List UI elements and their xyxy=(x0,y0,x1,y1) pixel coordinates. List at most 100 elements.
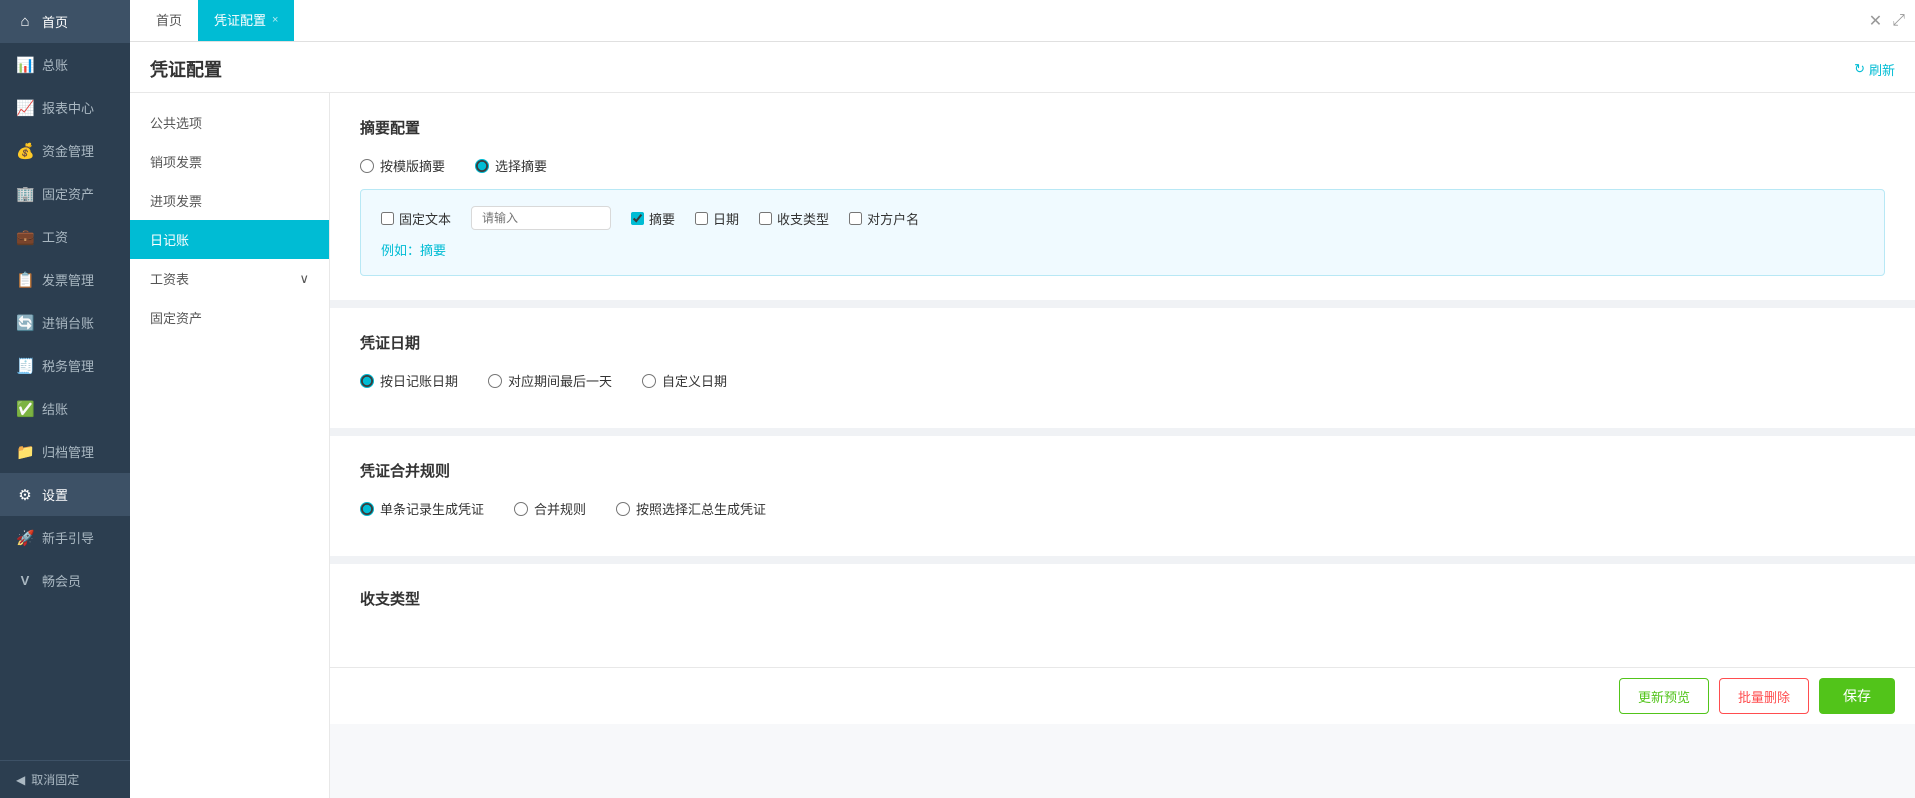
funds-icon: 💰 xyxy=(16,142,34,160)
batch-delete-button[interactable]: 批量删除 xyxy=(1719,678,1809,714)
sidebar-footer[interactable]: ◀ 取消固定 xyxy=(0,760,130,798)
merge-radio-single[interactable]: 单条记录生成凭证 xyxy=(360,499,484,518)
checkbox-summary-input[interactable] xyxy=(631,212,644,225)
sidebar-label-ledger: 总账 xyxy=(42,55,68,74)
date-radio-period-last-label: 对应期间最后一天 xyxy=(508,371,612,390)
purchase-icon: 🔄 xyxy=(16,314,34,332)
date-radio-period-last[interactable]: 对应期间最后一天 xyxy=(488,371,612,390)
date-radio-period-last-input[interactable] xyxy=(488,374,502,388)
merge-radio-rule-input[interactable] xyxy=(514,502,528,516)
checkbox-fixed-text[interactable]: 固定文本 xyxy=(381,209,451,228)
body-layout: 公共选项 销项发票 进项发票 日记账 工资表 ∨ 固定资产 xyxy=(130,93,1915,798)
left-nav-payroll[interactable]: 工资表 ∨ xyxy=(130,259,329,298)
summary-radio-group: 按模版摘要 选择摘要 xyxy=(360,156,1885,175)
tab-close-icon[interactable]: × xyxy=(272,14,278,26)
date-radio-custom[interactable]: 自定义日期 xyxy=(642,371,727,390)
assets-icon: 🏢 xyxy=(16,185,34,203)
tab-voucher-config[interactable]: 凭证配置 × xyxy=(198,0,294,41)
date-radio-group: 按日记账日期 对应期间最后一天 自定义日期 xyxy=(360,371,1885,390)
sidebar-item-purchase[interactable]: 🔄 进销台账 xyxy=(0,301,130,344)
sidebar: ⌂ 首页 📊 总账 📈 报表中心 💰 资金管理 🏢 固定资产 💼 工资 📋 发票… xyxy=(0,0,130,798)
tax-icon: 🧾 xyxy=(16,357,34,375)
left-nav-journal[interactable]: 日记账 xyxy=(130,220,329,259)
section-date: 凭证日期 按日记账日期 对应期间最后一天 自定义日期 xyxy=(330,308,1915,436)
save-button[interactable]: 保存 xyxy=(1819,678,1895,714)
summary-title: 摘要配置 xyxy=(360,117,1885,138)
tab-home[interactable]: 首页 xyxy=(140,0,198,41)
merge-radio-select-merge[interactable]: 按照选择汇总生成凭证 xyxy=(616,499,766,518)
sidebar-label-invoice: 发票管理 xyxy=(42,270,94,289)
date-title: 凭证日期 xyxy=(360,332,1885,353)
date-radio-custom-input[interactable] xyxy=(642,374,656,388)
date-radio-journal[interactable]: 按日记账日期 xyxy=(360,371,458,390)
left-nav-purchase[interactable]: 进项发票 xyxy=(130,181,329,220)
date-radio-journal-input[interactable] xyxy=(360,374,374,388)
tab-bar-actions: ✕ ⤢ xyxy=(1869,11,1905,31)
section-merge: 凭证合并规则 单条记录生成凭证 合并规则 按照选择汇总生成凭证 xyxy=(330,436,1915,564)
sidebar-item-funds[interactable]: 💰 资金管理 xyxy=(0,129,130,172)
checkbox-date[interactable]: 日期 xyxy=(695,209,739,228)
left-nav-sales[interactable]: 销项发票 xyxy=(130,142,329,181)
tab-close-window-icon[interactable]: ✕ xyxy=(1869,11,1882,31)
sidebar-label-member: 畅会员 xyxy=(42,571,81,590)
tab-voucher-label: 凭证配置 xyxy=(214,10,266,29)
checkbox-income-type-input[interactable] xyxy=(759,212,772,225)
checkbox-counterpart-input[interactable] xyxy=(849,212,862,225)
sidebar-label-guide: 新手引导 xyxy=(42,528,94,547)
checkbox-summary[interactable]: 摘要 xyxy=(631,209,675,228)
tab-home-label: 首页 xyxy=(156,10,182,29)
summary-options: 固定文本 摘要 日期 xyxy=(381,206,1864,230)
summary-radio-template[interactable]: 按模版摘要 xyxy=(360,156,445,175)
date-radio-custom-label: 自定义日期 xyxy=(662,371,727,390)
tab-bar: 首页 凭证配置 × ✕ ⤢ xyxy=(130,0,1915,42)
checkbox-income-type[interactable]: 收支类型 xyxy=(759,209,829,228)
sidebar-item-invoice[interactable]: 📋 发票管理 xyxy=(0,258,130,301)
summary-radio-template-input[interactable] xyxy=(360,159,374,173)
home-icon: ⌂ xyxy=(16,13,34,30)
left-nav-public-label: 公共选项 xyxy=(150,113,202,132)
sidebar-label-salary: 工资 xyxy=(42,227,68,246)
merge-radio-rule[interactable]: 合并规则 xyxy=(514,499,586,518)
content-area: 凭证配置 ↻ 刷新 公共选项 销项发票 进项发票 日记账 xyxy=(130,42,1915,798)
sidebar-item-report[interactable]: 📈 报表中心 xyxy=(0,86,130,129)
merge-radio-single-input[interactable] xyxy=(360,502,374,516)
merge-radio-group: 单条记录生成凭证 合并规则 按照选择汇总生成凭证 xyxy=(360,499,1885,518)
invoice-icon: 📋 xyxy=(16,271,34,289)
sidebar-scroll: ⌂ 首页 📊 总账 📈 报表中心 💰 资金管理 🏢 固定资产 💼 工资 📋 发票… xyxy=(0,0,130,760)
sidebar-item-ledger[interactable]: 📊 总账 xyxy=(0,43,130,86)
report-icon: 📈 xyxy=(16,99,34,117)
sidebar-item-settings[interactable]: ⚙ 设置 xyxy=(0,473,130,516)
checkbox-income-type-label: 收支类型 xyxy=(777,209,829,228)
fixed-text-input[interactable] xyxy=(471,206,611,230)
pin-icon: ◀ xyxy=(16,773,25,787)
settle-icon: ✅ xyxy=(16,400,34,418)
salary-icon: 💼 xyxy=(16,228,34,246)
guide-icon: 🚀 xyxy=(16,529,34,547)
merge-radio-single-label: 单条记录生成凭证 xyxy=(380,499,484,518)
checkbox-date-input[interactable] xyxy=(695,212,708,225)
tab-expand-icon[interactable]: ⤢ xyxy=(1892,12,1905,30)
refresh-button[interactable]: ↻ 刷新 xyxy=(1854,60,1895,79)
bottom-bar: 更新预览 批量删除 保存 xyxy=(330,667,1915,724)
sidebar-item-guide[interactable]: 🚀 新手引导 xyxy=(0,516,130,559)
sidebar-item-salary[interactable]: 💼 工资 xyxy=(0,215,130,258)
chevron-down-icon: ∨ xyxy=(299,271,309,287)
update-preview-button[interactable]: 更新预览 xyxy=(1619,678,1709,714)
sidebar-footer-label: 取消固定 xyxy=(31,771,79,788)
left-nav-fixed-assets[interactable]: 固定资产 xyxy=(130,298,329,337)
sidebar-item-tax[interactable]: 🧾 税务管理 xyxy=(0,344,130,387)
sidebar-item-home[interactable]: ⌂ 首页 xyxy=(0,0,130,43)
checkbox-fixed-text-input[interactable] xyxy=(381,212,394,225)
summary-radio-select[interactable]: 选择摘要 xyxy=(475,156,547,175)
checkbox-counterpart[interactable]: 对方户名 xyxy=(849,209,919,228)
sidebar-label-home: 首页 xyxy=(42,12,68,31)
left-nav-public[interactable]: 公共选项 xyxy=(130,103,329,142)
left-nav-payroll-label: 工资表 xyxy=(150,269,189,288)
summary-radio-select-input[interactable] xyxy=(475,159,489,173)
sidebar-item-archive[interactable]: 📁 归档管理 xyxy=(0,430,130,473)
sidebar-item-member[interactable]: V 畅会员 xyxy=(0,559,130,602)
merge-radio-select-merge-input[interactable] xyxy=(616,502,630,516)
sidebar-item-settle[interactable]: ✅ 结账 xyxy=(0,387,130,430)
sidebar-item-assets[interactable]: 🏢 固定资产 xyxy=(0,172,130,215)
sidebar-label-settings: 设置 xyxy=(42,485,68,504)
